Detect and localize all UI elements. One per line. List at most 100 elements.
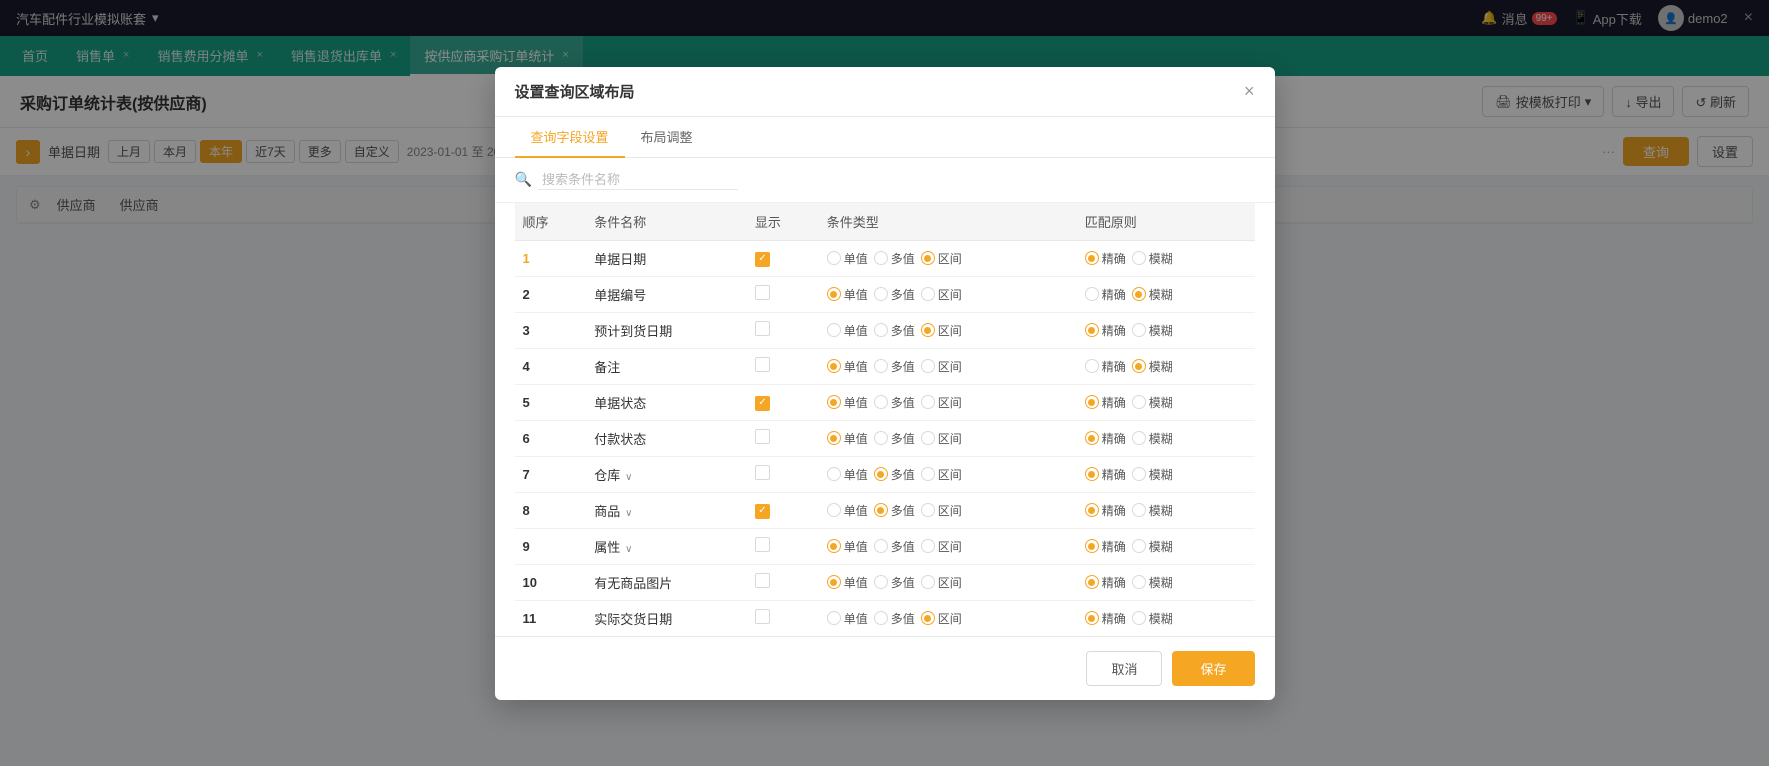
checkbox-11[interactable] (755, 609, 770, 624)
dialog-search-area: 🔍 (495, 158, 1275, 203)
type-option-单值[interactable]: 单值 (827, 502, 868, 519)
type-option-单值[interactable]: 单值 (827, 538, 868, 555)
type-option-单值[interactable]: 单值 (827, 322, 868, 339)
match-option-精确[interactable]: 精确 (1085, 574, 1126, 591)
type-option-区间[interactable]: 区间 (921, 430, 962, 447)
match-option-模糊[interactable]: 模糊 (1132, 250, 1173, 267)
checkbox-1[interactable] (755, 252, 770, 267)
match-option-精确[interactable]: 精确 (1085, 502, 1126, 519)
checkbox-2[interactable] (755, 285, 770, 300)
type-option-多值[interactable]: 多值 (874, 610, 915, 627)
settings-dialog: 设置查询区域布局 × 查询字段设置 布局调整 🔍 顺序 条件名称 (495, 67, 1275, 700)
checkbox-5[interactable] (755, 396, 770, 411)
checkbox-3[interactable] (755, 321, 770, 336)
type-option-单值[interactable]: 单值 (827, 286, 868, 303)
radio-label: 模糊 (1149, 250, 1173, 267)
row-display-checkbox-5[interactable] (747, 384, 819, 420)
row-display-checkbox-4[interactable] (747, 348, 819, 384)
match-option-精确[interactable]: 精确 (1085, 466, 1126, 483)
row-display-checkbox-9[interactable] (747, 528, 819, 564)
type-option-区间[interactable]: 区间 (921, 574, 962, 591)
type-option-区间[interactable]: 区间 (921, 502, 962, 519)
type-option-区间[interactable]: 区间 (921, 538, 962, 555)
type-option-多值[interactable]: 多值 (874, 322, 915, 339)
dialog-close-button[interactable]: × (1244, 82, 1255, 100)
match-option-模糊[interactable]: 模糊 (1132, 394, 1173, 411)
match-option-模糊[interactable]: 模糊 (1132, 466, 1173, 483)
type-option-区间[interactable]: 区间 (921, 466, 962, 483)
match-option-精确[interactable]: 精确 (1085, 358, 1126, 375)
type-option-多值[interactable]: 多值 (874, 502, 915, 519)
dialog-tab-fields[interactable]: 查询字段设置 (515, 117, 625, 158)
match-option-模糊[interactable]: 模糊 (1132, 286, 1173, 303)
checkbox-7[interactable] (755, 465, 770, 480)
match-option-模糊[interactable]: 模糊 (1132, 322, 1173, 339)
radio-circle (827, 395, 841, 409)
type-option-区间[interactable]: 区间 (921, 394, 962, 411)
match-option-精确[interactable]: 精确 (1085, 430, 1126, 447)
match-option-模糊[interactable]: 模糊 (1132, 358, 1173, 375)
type-option-多值[interactable]: 多值 (874, 250, 915, 267)
match-option-精确[interactable]: 精确 (1085, 286, 1126, 303)
checkbox-8[interactable] (755, 504, 770, 519)
match-option-精确[interactable]: 精确 (1085, 610, 1126, 627)
type-option-多值[interactable]: 多值 (874, 394, 915, 411)
match-option-精确[interactable]: 精确 (1085, 394, 1126, 411)
name-dropdown-icon[interactable]: ∨ (622, 472, 632, 483)
radio-label: 多值 (891, 286, 915, 303)
match-option-模糊[interactable]: 模糊 (1132, 538, 1173, 555)
match-option-模糊[interactable]: 模糊 (1132, 574, 1173, 591)
checkbox-4[interactable] (755, 357, 770, 372)
type-option-单值[interactable]: 单值 (827, 394, 868, 411)
type-option-单值[interactable]: 单值 (827, 610, 868, 627)
row-display-checkbox-10[interactable] (747, 564, 819, 600)
match-option-精确[interactable]: 精确 (1085, 538, 1126, 555)
type-option-区间[interactable]: 区间 (921, 610, 962, 627)
dialog-tab-layout[interactable]: 布局调整 (625, 117, 709, 158)
match-option-模糊[interactable]: 模糊 (1132, 610, 1173, 627)
radio-label: 单值 (844, 286, 868, 303)
row-match-9: 精确模糊 (1077, 528, 1255, 564)
type-option-多值[interactable]: 多值 (874, 574, 915, 591)
radio-label: 单值 (844, 430, 868, 447)
match-option-精确[interactable]: 精确 (1085, 322, 1126, 339)
type-option-区间[interactable]: 区间 (921, 358, 962, 375)
name-dropdown-icon[interactable]: ∨ (622, 544, 632, 555)
type-option-多值[interactable]: 多值 (874, 430, 915, 447)
type-option-区间[interactable]: 区间 (921, 286, 962, 303)
type-option-多值[interactable]: 多值 (874, 358, 915, 375)
table-header: 顺序 条件名称 显示 条件类型 匹配原则 (515, 203, 1255, 241)
type-option-单值[interactable]: 单值 (827, 430, 868, 447)
radio-label: 单值 (844, 610, 868, 627)
type-option-单值[interactable]: 单值 (827, 466, 868, 483)
radio-circle (1085, 539, 1099, 553)
checkbox-9[interactable] (755, 537, 770, 552)
type-option-区间[interactable]: 区间 (921, 250, 962, 267)
checkbox-6[interactable] (755, 429, 770, 444)
row-display-checkbox-3[interactable] (747, 312, 819, 348)
match-option-模糊[interactable]: 模糊 (1132, 502, 1173, 519)
type-option-单值[interactable]: 单值 (827, 574, 868, 591)
type-option-多值[interactable]: 多值 (874, 466, 915, 483)
row-display-checkbox-6[interactable] (747, 420, 819, 456)
row-display-checkbox-2[interactable] (747, 276, 819, 312)
match-option-模糊[interactable]: 模糊 (1132, 430, 1173, 447)
cancel-button[interactable]: 取消 (1086, 651, 1162, 686)
row-display-checkbox-7[interactable] (747, 456, 819, 492)
radio-label: 单值 (844, 322, 868, 339)
save-button[interactable]: 保存 (1172, 651, 1254, 686)
type-option-单值[interactable]: 单值 (827, 250, 868, 267)
type-option-单值[interactable]: 单值 (827, 358, 868, 375)
type-option-多值[interactable]: 多值 (874, 286, 915, 303)
row-type-4: 单值多值区间 (819, 348, 1077, 384)
type-option-区间[interactable]: 区间 (921, 322, 962, 339)
row-display-checkbox-1[interactable] (747, 240, 819, 276)
match-option-精确[interactable]: 精确 (1085, 250, 1126, 267)
name-dropdown-icon[interactable]: ∨ (622, 508, 632, 519)
type-option-多值[interactable]: 多值 (874, 538, 915, 555)
row-display-checkbox-11[interactable] (747, 600, 819, 636)
row-seq-1: 1 (515, 240, 587, 276)
checkbox-10[interactable] (755, 573, 770, 588)
search-input[interactable] (538, 170, 738, 190)
row-display-checkbox-8[interactable] (747, 492, 819, 528)
